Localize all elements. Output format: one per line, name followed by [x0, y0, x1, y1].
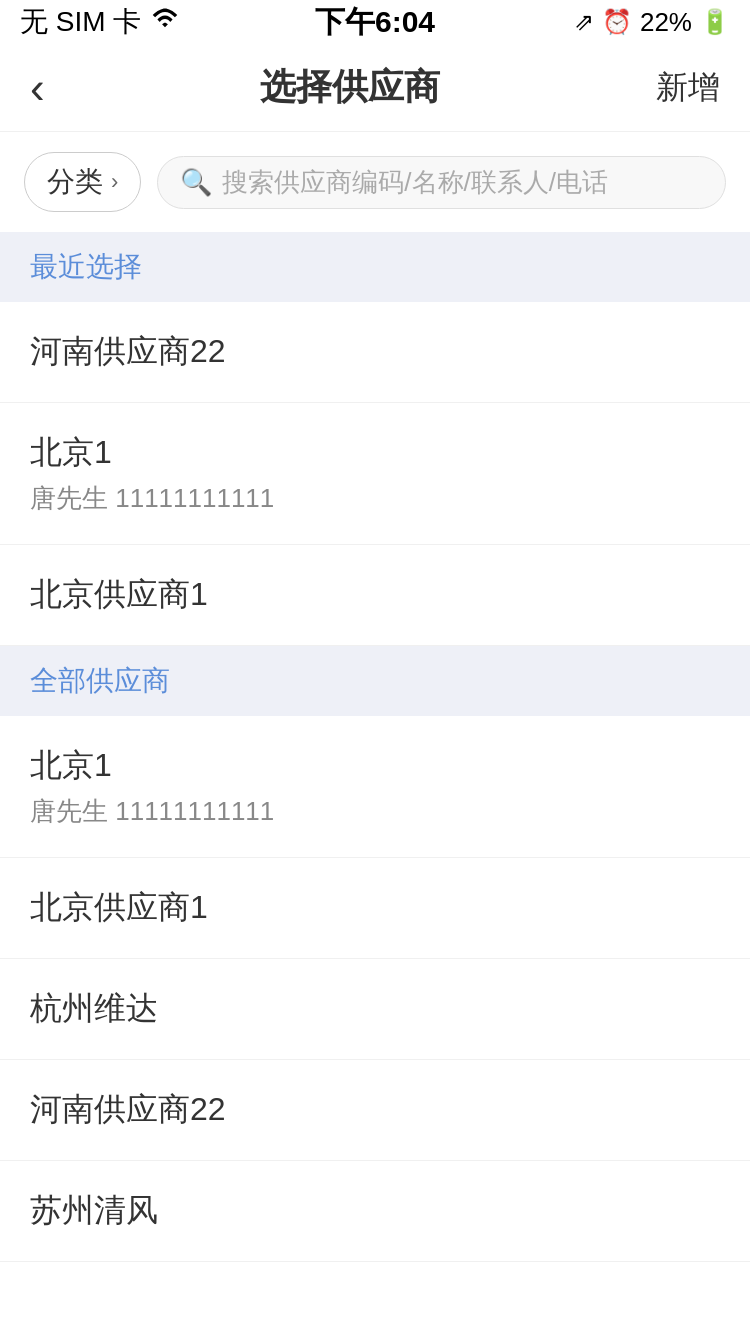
- list-item[interactable]: 杭州维达: [0, 959, 750, 1060]
- all-section-header: 全部供应商: [0, 646, 750, 716]
- category-filter[interactable]: 分类 ›: [24, 152, 141, 212]
- alarm-icon: ⏰: [602, 8, 632, 36]
- item-name: 北京供应商1: [30, 886, 720, 930]
- status-bar: 无 SIM 卡 下午6:04 ⇗ ⏰ 22% 🔋: [0, 0, 750, 44]
- list-item[interactable]: 北京供应商1: [0, 545, 750, 646]
- list-item[interactable]: 苏州清风: [0, 1161, 750, 1262]
- item-name: 北京1: [30, 744, 720, 788]
- filter-bar: 分类 › 🔍: [0, 132, 750, 232]
- item-name: 河南供应商22: [30, 330, 720, 374]
- list-item[interactable]: 河南供应商22: [0, 302, 750, 403]
- battery-text: 22%: [640, 7, 692, 38]
- search-box: 🔍: [157, 156, 726, 209]
- list-item[interactable]: 北京1 唐先生 11111111111: [0, 403, 750, 545]
- status-bar-left: 无 SIM 卡: [20, 3, 179, 41]
- item-name: 河南供应商22: [30, 1088, 720, 1132]
- back-button[interactable]: ‹: [30, 66, 45, 110]
- list-item[interactable]: 北京1 唐先生 11111111111: [0, 716, 750, 858]
- wifi-icon: [151, 5, 179, 40]
- category-label: 分类: [47, 163, 103, 201]
- recent-section-header: 最近选择: [0, 232, 750, 302]
- item-name: 苏州清风: [30, 1189, 720, 1233]
- status-bar-time: 下午6:04: [315, 2, 435, 43]
- new-button[interactable]: 新增: [656, 66, 720, 110]
- item-name: 杭州维达: [30, 987, 720, 1031]
- list-item[interactable]: 河南供应商22: [0, 1060, 750, 1161]
- no-sim-text: 无 SIM 卡: [20, 3, 141, 41]
- location-icon: ⇗: [574, 8, 594, 36]
- item-sub: 唐先生 11111111111: [30, 794, 720, 829]
- page-title: 选择供应商: [260, 63, 440, 112]
- item-name: 北京1: [30, 431, 720, 475]
- item-name: 北京供应商1: [30, 573, 720, 617]
- recent-items-list: 河南供应商22 北京1 唐先生 11111111111 北京供应商1: [0, 302, 750, 646]
- search-icon: 🔍: [180, 167, 212, 198]
- item-sub: 唐先生 11111111111: [30, 481, 720, 516]
- status-bar-right: ⇗ ⏰ 22% 🔋: [574, 7, 730, 38]
- battery-icon: 🔋: [700, 8, 730, 36]
- search-input[interactable]: [222, 167, 703, 198]
- nav-bar: ‹ 选择供应商 新增: [0, 44, 750, 132]
- all-items-list: 北京1 唐先生 11111111111 北京供应商1 杭州维达 河南供应商22 …: [0, 716, 750, 1262]
- chevron-right-icon: ›: [111, 169, 118, 195]
- list-item[interactable]: 北京供应商1: [0, 858, 750, 959]
